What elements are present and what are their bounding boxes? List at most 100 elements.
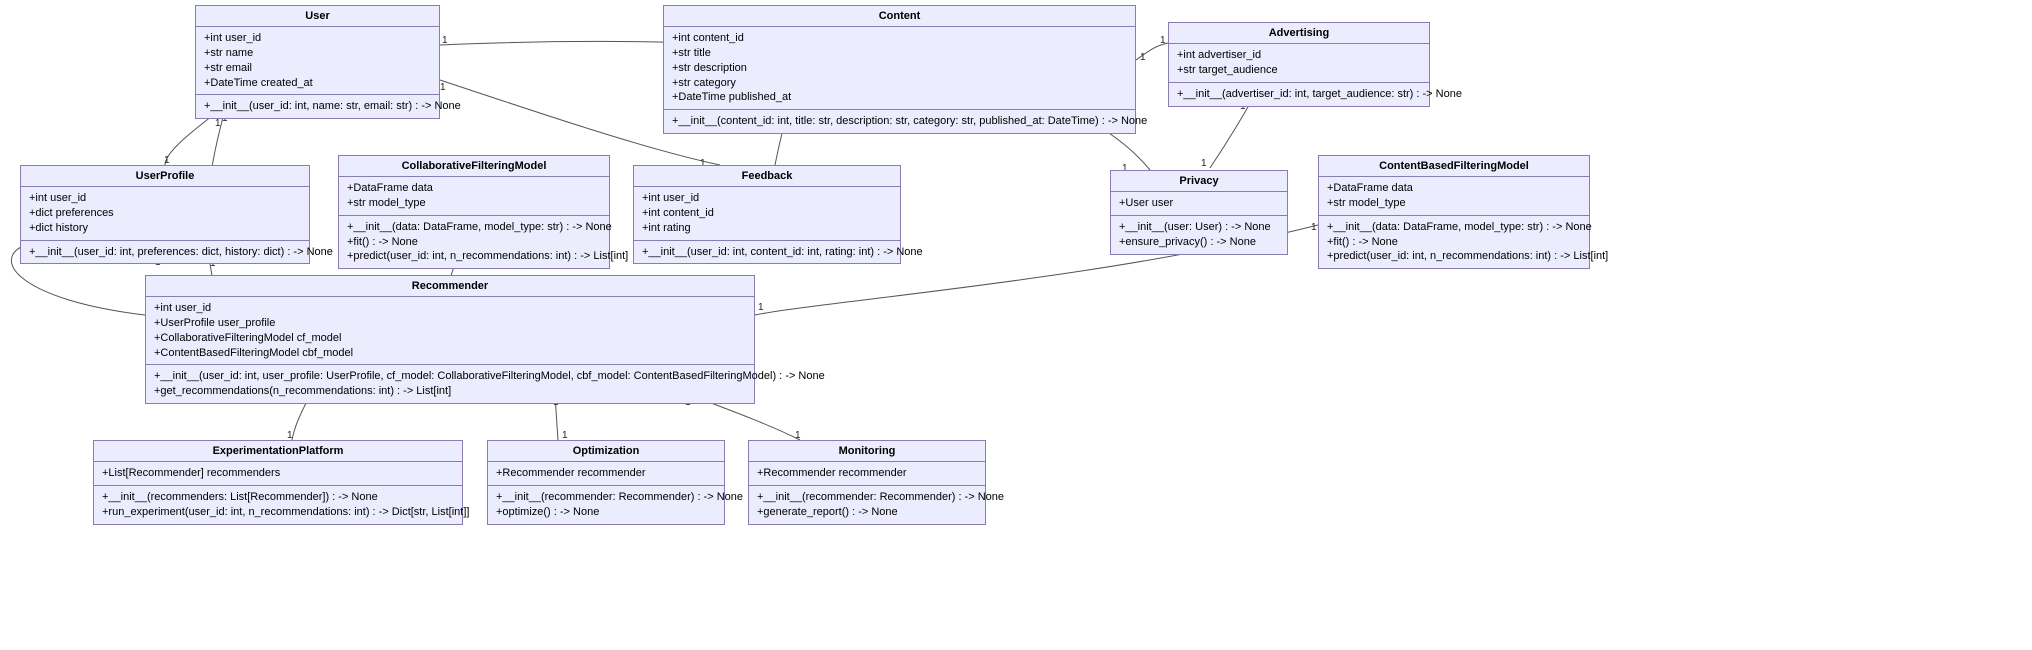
attr: +DateTime created_at — [204, 76, 431, 91]
attr: +DataFrame data — [1327, 181, 1581, 196]
method: +__init__(data: DataFrame, model_type: s… — [1327, 220, 1581, 235]
attr: +Recommender recommender — [496, 466, 716, 481]
class-attrs: +int user_id +str name +str email +DateT… — [196, 27, 439, 94]
attr: +str description — [672, 61, 1127, 76]
attr: +ContentBasedFilteringModel cbf_model — [154, 346, 746, 361]
class-cfmodel: CollaborativeFilteringModel +DataFrame d… — [338, 155, 610, 269]
attr: +int user_id — [204, 31, 431, 46]
class-title: User — [196, 6, 439, 27]
attr: +UserProfile user_profile — [154, 316, 746, 331]
mult-label: 1 — [1201, 158, 1207, 169]
class-title: Privacy — [1111, 171, 1287, 192]
method: +predict(user_id: int, n_recommendations… — [1327, 249, 1581, 264]
attr: +str category — [672, 76, 1127, 91]
class-monitoring: Monitoring +Recommender recommender +__i… — [748, 440, 986, 525]
class-cbfmodel: ContentBasedFilteringModel +DataFrame da… — [1318, 155, 1590, 269]
method: +__init__(data: DataFrame, model_type: s… — [347, 220, 601, 235]
attr: +dict history — [29, 221, 301, 236]
class-user: User +int user_id +str name +str email +… — [195, 5, 440, 119]
class-title: Optimization — [488, 441, 724, 462]
method: +__init__(recommenders: List[Recommender… — [102, 490, 454, 505]
attr: +str target_audience — [1177, 63, 1421, 78]
class-userprofile: UserProfile +int user_id +dict preferenc… — [20, 165, 310, 264]
attr: +int rating — [642, 221, 892, 236]
class-advertising: Advertising +int advertiser_id +str targ… — [1168, 22, 1430, 107]
attr: +str title — [672, 46, 1127, 61]
class-attrs: +int content_id +str title +str descript… — [664, 27, 1135, 109]
attr: +DateTime published_at — [672, 90, 1127, 105]
attr: +User user — [1119, 196, 1279, 211]
attr: +CollaborativeFilteringModel cf_model — [154, 331, 746, 346]
method: +generate_report() : -> None — [757, 505, 977, 520]
method: +optimize() : -> None — [496, 505, 716, 520]
method: +__init__(recommender: Recommender) : ->… — [496, 490, 716, 505]
attr: +int content_id — [642, 206, 892, 221]
class-methods: +__init__(recommender: Recommender) : ->… — [488, 485, 724, 524]
class-title: Feedback — [634, 166, 900, 187]
method: +ensure_privacy() : -> None — [1119, 235, 1279, 250]
class-title: CollaborativeFilteringModel — [339, 156, 609, 177]
attr: +int advertiser_id — [1177, 48, 1421, 63]
class-methods: +__init__(user_id: int, name: str, email… — [196, 94, 439, 118]
class-methods: +__init__(content_id: int, title: str, d… — [664, 109, 1135, 133]
attr: +int user_id — [154, 301, 746, 316]
class-title: Recommender — [146, 276, 754, 297]
class-attrs: +User user — [1111, 192, 1287, 215]
attr: +List[Recommender] recommenders — [102, 466, 454, 481]
attr: +str name — [204, 46, 431, 61]
attr: +int user_id — [29, 191, 301, 206]
mult-label: 1 — [1140, 52, 1146, 63]
class-recommender: Recommender +int user_id +UserProfile us… — [145, 275, 755, 404]
mult-label: 1 — [440, 82, 446, 93]
class-methods: +__init__(user_id: int, user_profile: Us… — [146, 364, 754, 403]
method: +__init__(user_id: int, name: str, email… — [204, 99, 431, 114]
class-attrs: +int user_id +dict preferences +dict his… — [21, 187, 309, 240]
class-attrs: +DataFrame data +str model_type — [339, 177, 609, 215]
method: +fit() : -> None — [347, 235, 601, 250]
method: +__init__(advertiser_id: int, target_aud… — [1177, 87, 1421, 102]
method: +__init__(user: User) : -> None — [1119, 220, 1279, 235]
attr: +str model_type — [1327, 196, 1581, 211]
class-title: UserProfile — [21, 166, 309, 187]
class-methods: +__init__(user_id: int, content_id: int,… — [634, 240, 900, 264]
attr: +Recommender recommender — [757, 466, 977, 481]
class-methods: +__init__(data: DataFrame, model_type: s… — [339, 215, 609, 269]
class-attrs: +Recommender recommender — [488, 462, 724, 485]
method: +get_recommendations(n_recommendations: … — [154, 384, 746, 399]
mult-label: 1 — [215, 118, 221, 129]
class-title: ContentBasedFilteringModel — [1319, 156, 1589, 177]
class-attrs: +int user_id +int content_id +int rating — [634, 187, 900, 240]
method: +fit() : -> None — [1327, 235, 1581, 250]
attr: +dict preferences — [29, 206, 301, 221]
mult-label: 1 — [1311, 222, 1317, 233]
class-methods: +__init__(recommenders: List[Recommender… — [94, 485, 462, 524]
mult-label: 1 — [442, 35, 448, 46]
method: +__init__(user_id: int, content_id: int,… — [642, 245, 892, 260]
class-title: Advertising — [1169, 23, 1429, 44]
attr: +str model_type — [347, 196, 601, 211]
attr: +int content_id — [672, 31, 1127, 46]
class-experimentationplatform: ExperimentationPlatform +List[Recommende… — [93, 440, 463, 525]
class-content: Content +int content_id +str title +str … — [663, 5, 1136, 134]
class-attrs: +int advertiser_id +str target_audience — [1169, 44, 1429, 82]
class-privacy: Privacy +User user +__init__(user: User)… — [1110, 170, 1288, 255]
class-feedback: Feedback +int user_id +int content_id +i… — [633, 165, 901, 264]
method: +__init__(user_id: int, preferences: dic… — [29, 245, 301, 260]
attr: +DataFrame data — [347, 181, 601, 196]
method: +__init__(user_id: int, user_profile: Us… — [154, 369, 746, 384]
class-title: Monitoring — [749, 441, 985, 462]
class-methods: +__init__(advertiser_id: int, target_aud… — [1169, 82, 1429, 106]
class-title: Content — [664, 6, 1135, 27]
class-attrs: +DataFrame data +str model_type — [1319, 177, 1589, 215]
class-attrs: +Recommender recommender — [749, 462, 985, 485]
method: +__init__(content_id: int, title: str, d… — [672, 114, 1127, 129]
mult-label: 1 — [758, 302, 764, 313]
class-methods: +__init__(recommender: Recommender) : ->… — [749, 485, 985, 524]
mult-label: 1 — [1160, 35, 1166, 46]
attr: +str email — [204, 61, 431, 76]
method: +run_experiment(user_id: int, n_recommen… — [102, 505, 454, 520]
attr: +int user_id — [642, 191, 892, 206]
class-title: ExperimentationPlatform — [94, 441, 462, 462]
method: +predict(user_id: int, n_recommendations… — [347, 249, 601, 264]
class-attrs: +List[Recommender] recommenders — [94, 462, 462, 485]
